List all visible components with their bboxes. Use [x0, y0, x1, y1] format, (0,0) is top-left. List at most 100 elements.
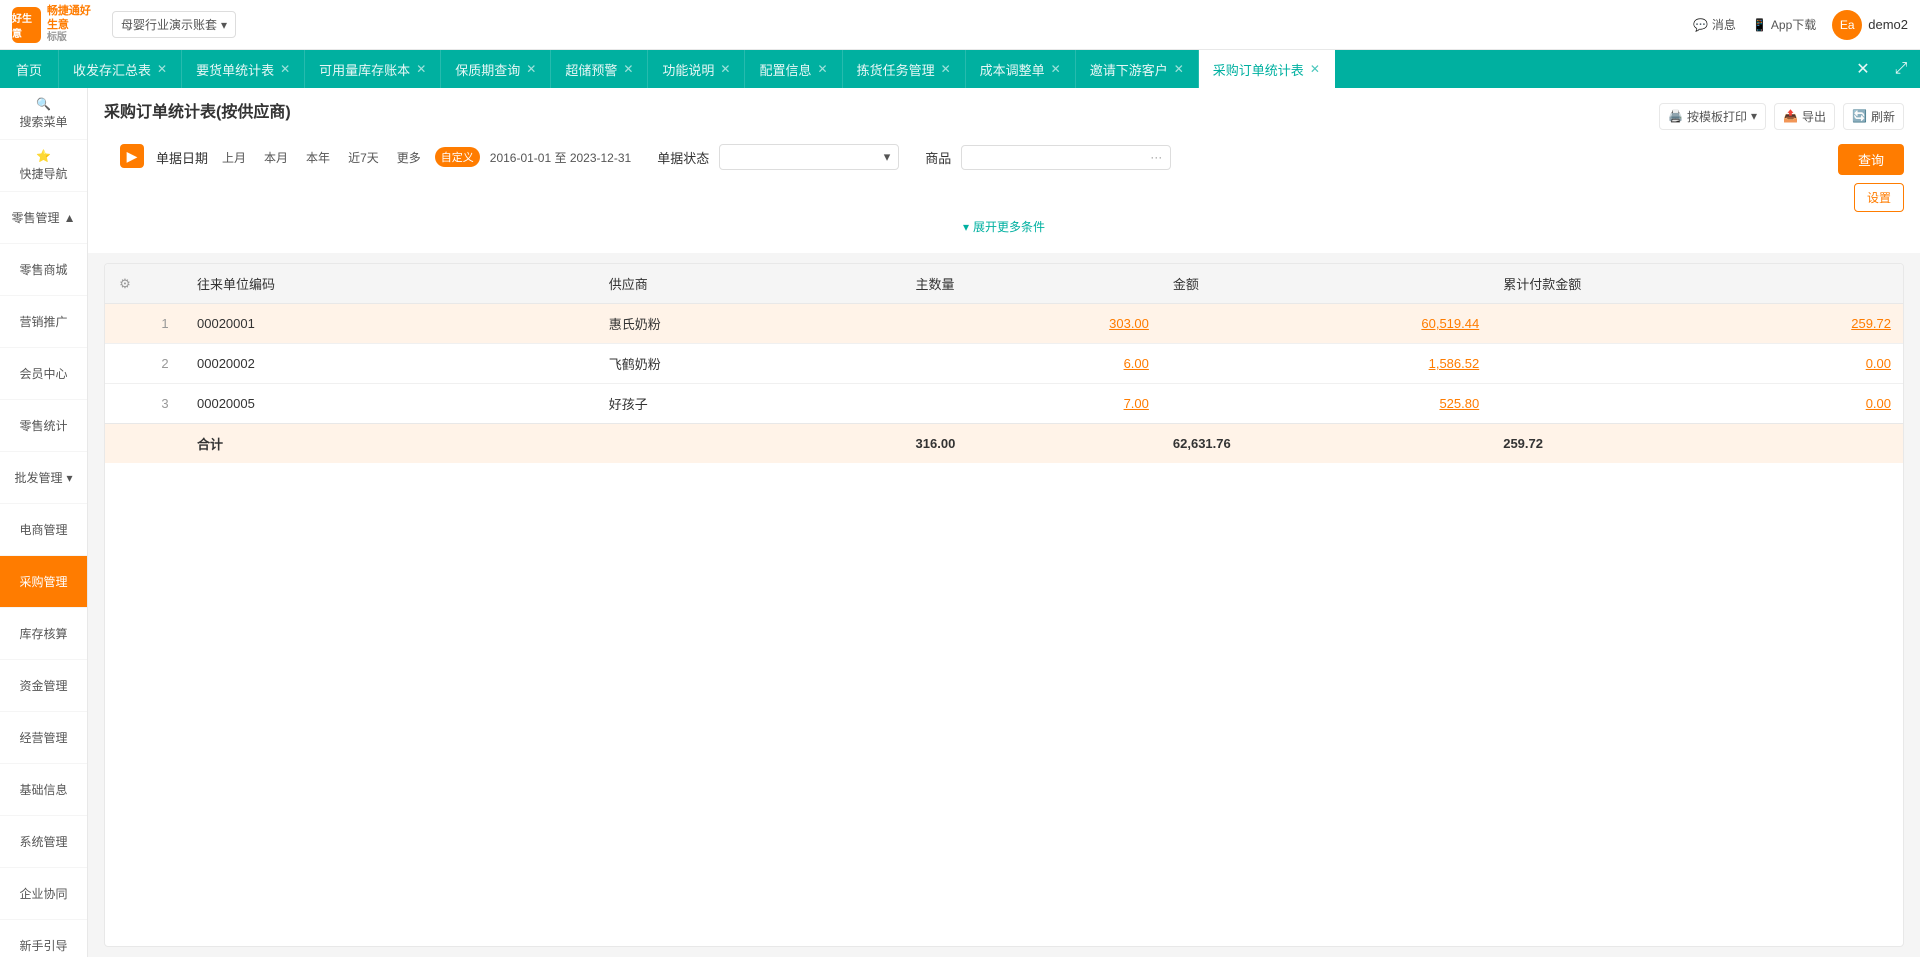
table-row[interactable]: 3 00020005 好孩子 7.00 525.80 0.00 — [105, 384, 1903, 424]
tab-purchase-summary[interactable]: 采购订单统计表 ✕ — [1199, 50, 1335, 88]
supplier-code-cell: 00020001 — [185, 304, 597, 344]
shortcut-7-days[interactable]: 近7天 — [344, 147, 383, 168]
app-download-button[interactable]: 📱 App下载 — [1752, 16, 1816, 33]
tab-close-icon[interactable]: ✕ — [941, 62, 951, 76]
tab-close-icon[interactable]: ✕ — [157, 62, 167, 76]
shortcut-this-year[interactable]: 本年 — [302, 147, 334, 168]
chevron-down-icon: ▾ — [884, 149, 891, 165]
workspace-select[interactable]: 母婴行业演示账套 ▾ — [112, 11, 236, 38]
search-icon: 🔍 — [36, 97, 51, 111]
tab-function-desc[interactable]: 功能说明 ✕ — [648, 50, 745, 88]
tab-close-icon[interactable]: ✕ — [280, 62, 290, 76]
sidebar-item-retail-mgmt[interactable]: 零售管理 ▲ — [0, 192, 87, 244]
sidebar-item-basic-info[interactable]: 基础信息 — [0, 764, 87, 816]
table-row[interactable]: 2 00020002 飞鹤奶粉 6.00 1,586.52 0.00 — [105, 344, 1903, 384]
tab-overstock-alert[interactable]: 超储预警 ✕ — [551, 50, 648, 88]
sidebar-item-retail-stats[interactable]: 零售统计 — [0, 400, 87, 452]
sidebar-item-wholesale-mgmt[interactable]: 批发管理 ▾ — [0, 452, 87, 504]
goods-label: 商品 — [925, 148, 951, 167]
tab-cost-adjust[interactable]: 成本调整单 ✕ — [966, 50, 1076, 88]
shortcut-last-month[interactable]: 上月 — [218, 147, 250, 168]
footer-empty — [105, 424, 185, 464]
row-num: 1 — [145, 304, 185, 344]
sidebar-item-purchase-mgmt[interactable]: 采购管理 — [0, 556, 87, 608]
tab-close-icon[interactable]: ✕ — [720, 62, 730, 76]
tab-home[interactable]: 首页 — [0, 50, 59, 88]
expand-more-button[interactable]: ▾ 展开更多条件 — [963, 218, 1045, 235]
sidebar-item-system[interactable]: 系统管理 — [0, 816, 87, 868]
shortcut-more[interactable]: 更多 — [393, 147, 425, 168]
tab-close-icon[interactable]: ✕ — [623, 62, 633, 76]
paid-amount-cell: 0.00 — [1491, 384, 1903, 424]
logo-text: 畅捷通好生意 标版 — [47, 5, 100, 43]
table-body: 1 00020001 惠氏奶粉 303.00 60,519.44 259.72 … — [105, 304, 1903, 424]
paid-amount-cell: 259.72 — [1491, 304, 1903, 344]
settings-button[interactable]: 设置 — [1854, 183, 1904, 212]
goods-search-input[interactable] — [970, 150, 1146, 165]
message-button[interactable]: 💬 消息 — [1693, 16, 1736, 33]
filter-controls: 单据日期 上月 本月 本年 近7天 更多 自定义 2016-01-01 至 20… — [156, 144, 1826, 174]
nav-tab-end: ✕ ⤢ — [1844, 50, 1920, 88]
tab-close-icon[interactable]: ✕ — [818, 62, 828, 76]
tab-order-summary[interactable]: 要货单统计表 ✕ — [182, 50, 305, 88]
print-button[interactable]: 🖨️ 按模板打印 ▾ — [1659, 103, 1766, 130]
refresh-icon: 🔄 — [1852, 109, 1867, 123]
tab-pick-task[interactable]: 拣货任务管理 ✕ — [843, 50, 966, 88]
refresh-button[interactable]: 🔄 刷新 — [1843, 103, 1904, 130]
column-supplier-name: 供应商 — [597, 264, 904, 304]
query-button[interactable]: 查询 — [1838, 144, 1904, 175]
tab-close-icon[interactable]: ✕ — [1051, 62, 1061, 76]
row-settings — [105, 304, 145, 344]
tab-close-all-button[interactable]: ✕ — [1844, 50, 1882, 88]
date-range-value: 2016-01-01 至 2023-12-31 — [490, 149, 631, 166]
main-layout: 🔍 搜索菜单 ⭐ 快捷导航 零售管理 ▲ 零售商城 营销推广 会员中心 零售统计… — [0, 88, 1920, 957]
sidebar-item-finance[interactable]: 资金管理 — [0, 660, 87, 712]
export-button[interactable]: 📤 导出 — [1774, 103, 1835, 130]
sidebar-item-quicknav[interactable]: ⭐ 快捷导航 — [0, 140, 87, 192]
row-settings — [105, 384, 145, 424]
shortcut-this-month[interactable]: 本月 — [260, 147, 292, 168]
column-main-qty: 主数量 — [904, 264, 1161, 304]
column-paid-amount: 累计付款金额 — [1491, 264, 1903, 304]
sidebar-item-operation[interactable]: 经营管理 — [0, 712, 87, 764]
sidebar-item-member-center[interactable]: 会员中心 — [0, 348, 87, 400]
tab-fullscreen-button[interactable]: ⤢ — [1882, 50, 1920, 88]
amount-cell: 60,519.44 — [1161, 304, 1491, 344]
sidebar: 🔍 搜索菜单 ⭐ 快捷导航 零售管理 ▲ 零售商城 营销推广 会员中心 零售统计… — [0, 88, 88, 957]
tab-warranty-query[interactable]: 保质期查询 ✕ — [441, 50, 551, 88]
row-num: 3 — [145, 384, 185, 424]
tab-close-active-icon[interactable]: ✕ — [1310, 62, 1320, 76]
tab-close-icon[interactable]: ✕ — [526, 62, 536, 76]
sidebar-item-marketing[interactable]: 营销推广 — [0, 296, 87, 348]
paid-amount-cell: 0.00 — [1491, 344, 1903, 384]
goods-more-icon[interactable]: ··· — [1150, 150, 1162, 164]
sidebar-item-new-guide[interactable]: 新手引导 — [0, 920, 87, 957]
sidebar-item-ecommerce[interactable]: 电商管理 — [0, 504, 87, 556]
status-select[interactable]: ▾ — [719, 144, 899, 170]
user-menu[interactable]: Ea demo2 — [1832, 10, 1908, 40]
table-row[interactable]: 1 00020001 惠氏奶粉 303.00 60,519.44 259.72 — [105, 304, 1903, 344]
table-header-row: ⚙ 往来单位编码 供应商 主数量 金额 — [105, 264, 1903, 304]
sidebar-item-search[interactable]: 🔍 搜索菜单 — [0, 88, 87, 140]
expand-filter-button[interactable]: ▶ — [120, 144, 144, 168]
action-buttons: 查询 设置 — [1838, 144, 1904, 212]
column-settings[interactable]: ⚙ — [105, 264, 145, 304]
expand-more-row: ▾ 展开更多条件 — [104, 212, 1904, 243]
tab-close-icon[interactable]: ✕ — [416, 62, 426, 76]
tab-stock-ledger[interactable]: 可用量库存账本 ✕ — [305, 50, 441, 88]
tab-receive-summary[interactable]: 收发存汇总表 ✕ — [59, 50, 182, 88]
supplier-code-cell: 00020005 — [185, 384, 597, 424]
tab-close-icon[interactable]: ✕ — [1174, 62, 1184, 76]
sidebar-item-enterprise[interactable]: 企业协同 — [0, 868, 87, 920]
tab-invite-downstream[interactable]: 邀请下游客户 ✕ — [1076, 50, 1199, 88]
sidebar-item-inventory[interactable]: 库存核算 — [0, 608, 87, 660]
chevron-down-icon: ▾ — [66, 471, 72, 485]
tab-config-info[interactable]: 配置信息 ✕ — [745, 50, 842, 88]
footer-row: 合计 316.00 62,631.76 259.72 — [105, 424, 1903, 464]
table-footer: 合计 316.00 62,631.76 259.72 — [105, 424, 1903, 464]
sidebar-item-retail-store[interactable]: 零售商城 — [0, 244, 87, 296]
column-row-num — [145, 264, 185, 304]
supplier-name-cell: 好孩子 — [597, 384, 904, 424]
row-num: 2 — [145, 344, 185, 384]
custom-date-tag[interactable]: 自定义 — [435, 147, 480, 167]
